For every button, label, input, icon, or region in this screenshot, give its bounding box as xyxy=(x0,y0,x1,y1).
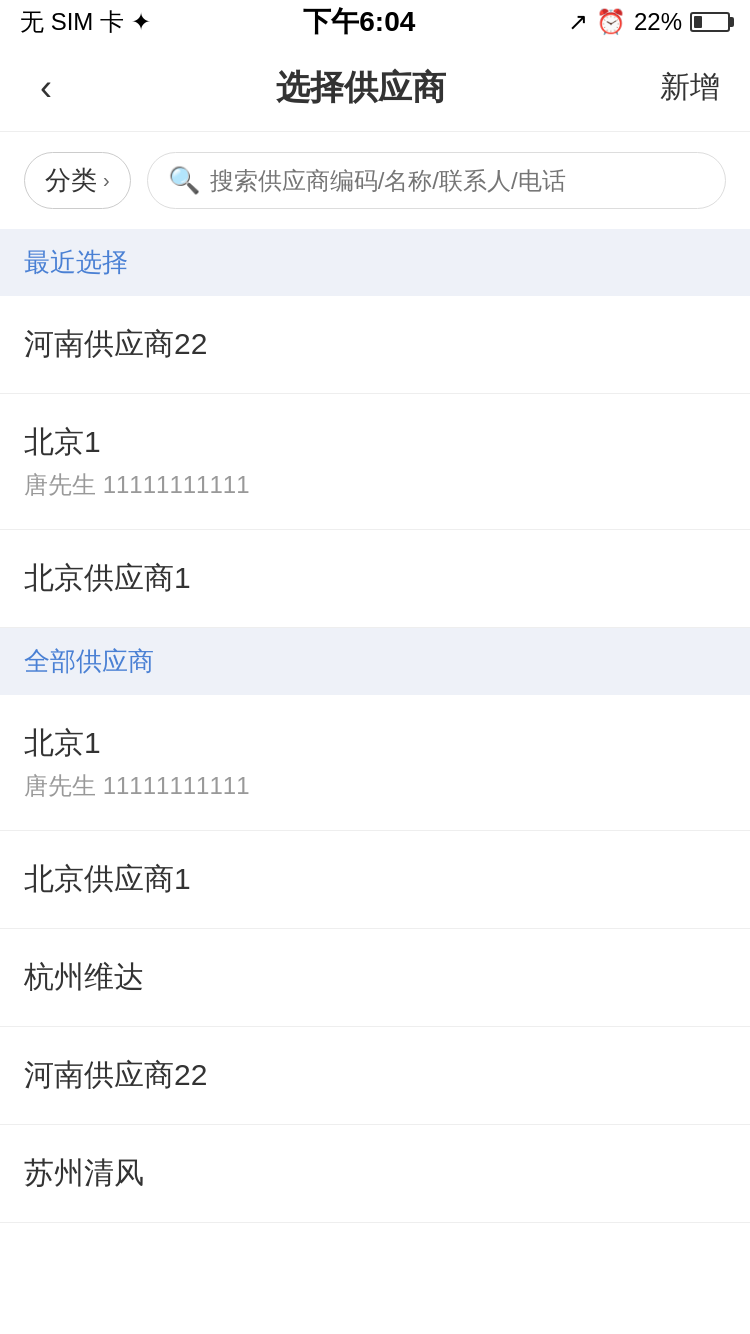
all-list-item[interactable]: 河南供应商22 xyxy=(0,1027,750,1125)
search-icon: 🔍 xyxy=(168,165,200,196)
all-section-header: 全部供应商 xyxy=(0,628,750,695)
page-title: 选择供应商 xyxy=(276,65,446,111)
list-item-name: 河南供应商22 xyxy=(24,1055,726,1096)
list-item-sub: 唐先生 11111111111 xyxy=(24,469,726,501)
back-button[interactable]: ‹ xyxy=(30,57,62,119)
nav-bar: ‹ 选择供应商 新增 xyxy=(0,44,750,132)
chevron-right-icon: › xyxy=(103,169,110,192)
all-list-item[interactable]: 杭州维达 xyxy=(0,929,750,1027)
status-bar: 无 SIM 卡 ✦ 下午6:04 ↗ ⏰ 22% xyxy=(0,0,750,44)
all-list: 北京1 唐先生 11111111111 北京供应商1 杭州维达河南供应商22 苏州清风 xyxy=(0,695,750,1223)
battery-fill xyxy=(694,16,702,28)
recent-list-item[interactable]: 北京供应商1 xyxy=(0,530,750,628)
recent-section-label: 最近选择 xyxy=(24,247,128,277)
list-item-sub: 唐先生 11111111111 xyxy=(24,770,726,802)
recent-section-header: 最近选择 xyxy=(0,229,750,296)
status-time: 下午6:04 xyxy=(303,3,415,41)
sim-status: 无 SIM 卡 ✦ xyxy=(20,6,151,38)
recent-list-item[interactable]: 北京1 唐先生 11111111111 xyxy=(0,394,750,530)
search-input[interactable] xyxy=(210,167,705,195)
battery-percent: 22% xyxy=(634,8,682,36)
all-list-item[interactable]: 苏州清风 xyxy=(0,1125,750,1223)
search-box: 🔍 xyxy=(147,152,726,209)
add-button[interactable]: 新增 xyxy=(660,67,720,108)
recent-list-item[interactable]: 河南供应商22 xyxy=(0,296,750,394)
list-item-name: 河南供应商22 xyxy=(24,324,726,365)
filter-bar: 分类 › 🔍 xyxy=(0,132,750,229)
list-item-name: 杭州维达 xyxy=(24,957,726,998)
list-item-name: 北京1 xyxy=(24,723,726,764)
recent-list: 河南供应商22 北京1 唐先生 11111111111 北京供应商1 xyxy=(0,296,750,628)
status-right: ↗ ⏰ 22% xyxy=(568,8,730,36)
location-icon: ↗ xyxy=(568,8,588,36)
list-item-name: 北京供应商1 xyxy=(24,859,726,900)
category-label: 分类 xyxy=(45,163,97,198)
list-item-name: 苏州清风 xyxy=(24,1153,726,1194)
list-item-name: 北京供应商1 xyxy=(24,558,726,599)
all-list-item[interactable]: 北京1 唐先生 11111111111 xyxy=(0,695,750,831)
category-filter-button[interactable]: 分类 › xyxy=(24,152,131,209)
all-list-item[interactable]: 北京供应商1 xyxy=(0,831,750,929)
alarm-icon: ⏰ xyxy=(596,8,626,36)
all-section-label: 全部供应商 xyxy=(24,646,154,676)
list-item-name: 北京1 xyxy=(24,422,726,463)
battery-icon xyxy=(690,12,730,32)
status-left: 无 SIM 卡 ✦ xyxy=(20,6,151,38)
